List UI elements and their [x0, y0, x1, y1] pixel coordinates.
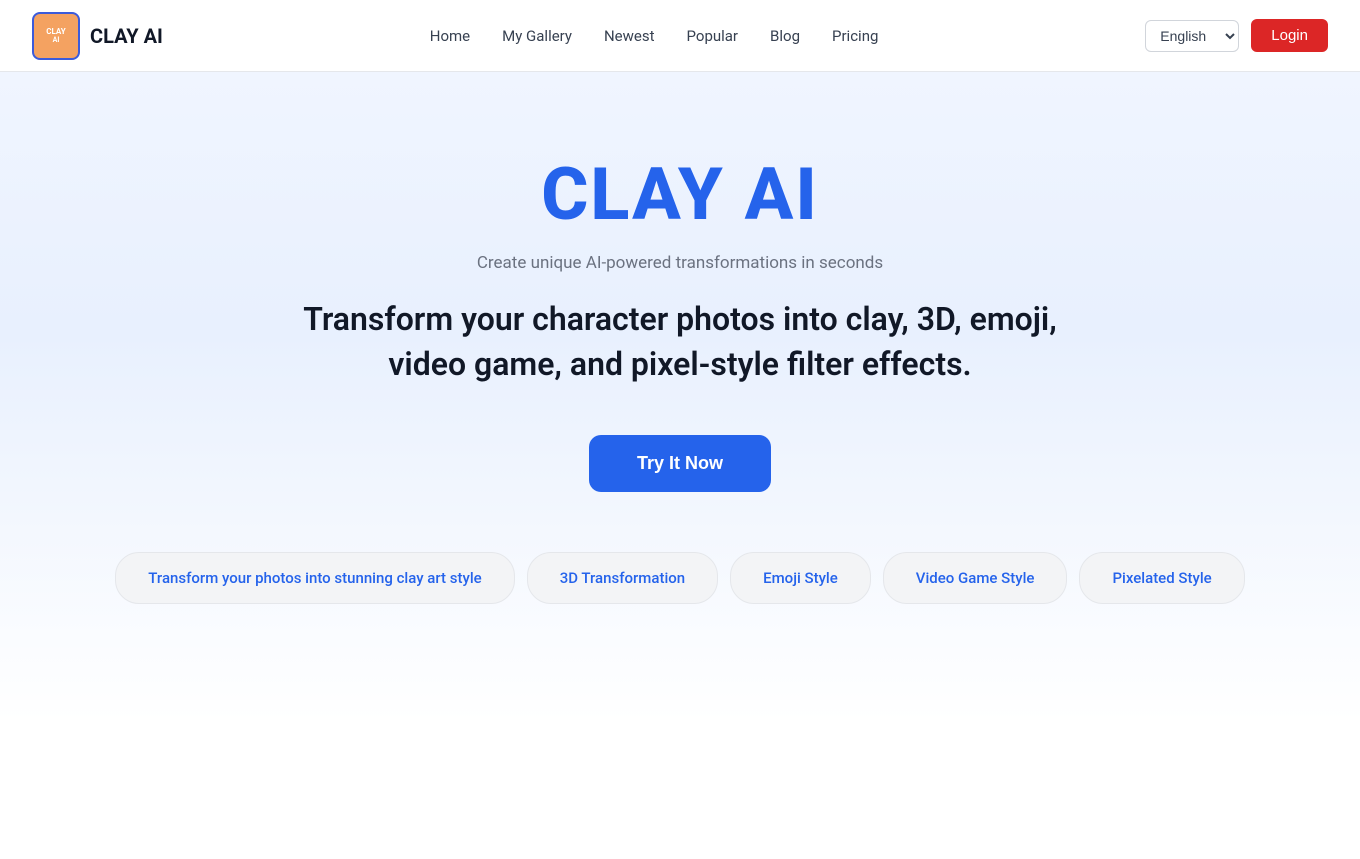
clay-style-pill[interactable]: Transform your photos into stunning clay…	[115, 552, 514, 604]
login-button[interactable]: Login	[1251, 19, 1328, 52]
brand-logo-link[interactable]: CLAY AI CLAY AI	[32, 12, 163, 60]
navbar: CLAY AI CLAY AI Home My Gallery Newest P…	[0, 0, 1360, 72]
hero-section: CLAY AI Create unique AI-powered transfo…	[0, 72, 1360, 722]
videogame-style-pill[interactable]: Video Game Style	[883, 552, 1068, 604]
nav-blog[interactable]: Blog	[770, 27, 800, 45]
nav-pricing[interactable]: Pricing	[832, 27, 878, 45]
hero-subtitle: Create unique AI-powered transformations…	[477, 253, 883, 273]
brand-logo-inner: CLAY AI	[34, 14, 78, 58]
language-select[interactable]: English Spanish French German Chinese	[1145, 20, 1239, 52]
emoji-style-pill[interactable]: Emoji Style	[730, 552, 871, 604]
try-it-now-button[interactable]: Try It Now	[589, 435, 771, 492]
hero-description: Transform your character photos into cla…	[290, 297, 1070, 387]
nav-my-gallery[interactable]: My Gallery	[502, 27, 572, 45]
brand-logo: CLAY AI	[32, 12, 80, 60]
nav-popular[interactable]: Popular	[687, 27, 739, 45]
hero-title: CLAY AI	[541, 152, 819, 237]
pixel-style-pill[interactable]: Pixelated Style	[1079, 552, 1244, 604]
brand-name: CLAY AI	[90, 24, 163, 48]
style-pills-row: Transform your photos into stunning clay…	[80, 552, 1280, 604]
nav-newest[interactable]: Newest	[604, 27, 655, 45]
navbar-actions: English Spanish French German Chinese Lo…	[1145, 19, 1328, 52]
navbar-nav: Home My Gallery Newest Popular Blog Pric…	[430, 27, 879, 45]
nav-home[interactable]: Home	[430, 27, 470, 45]
3d-style-pill[interactable]: 3D Transformation	[527, 552, 718, 604]
